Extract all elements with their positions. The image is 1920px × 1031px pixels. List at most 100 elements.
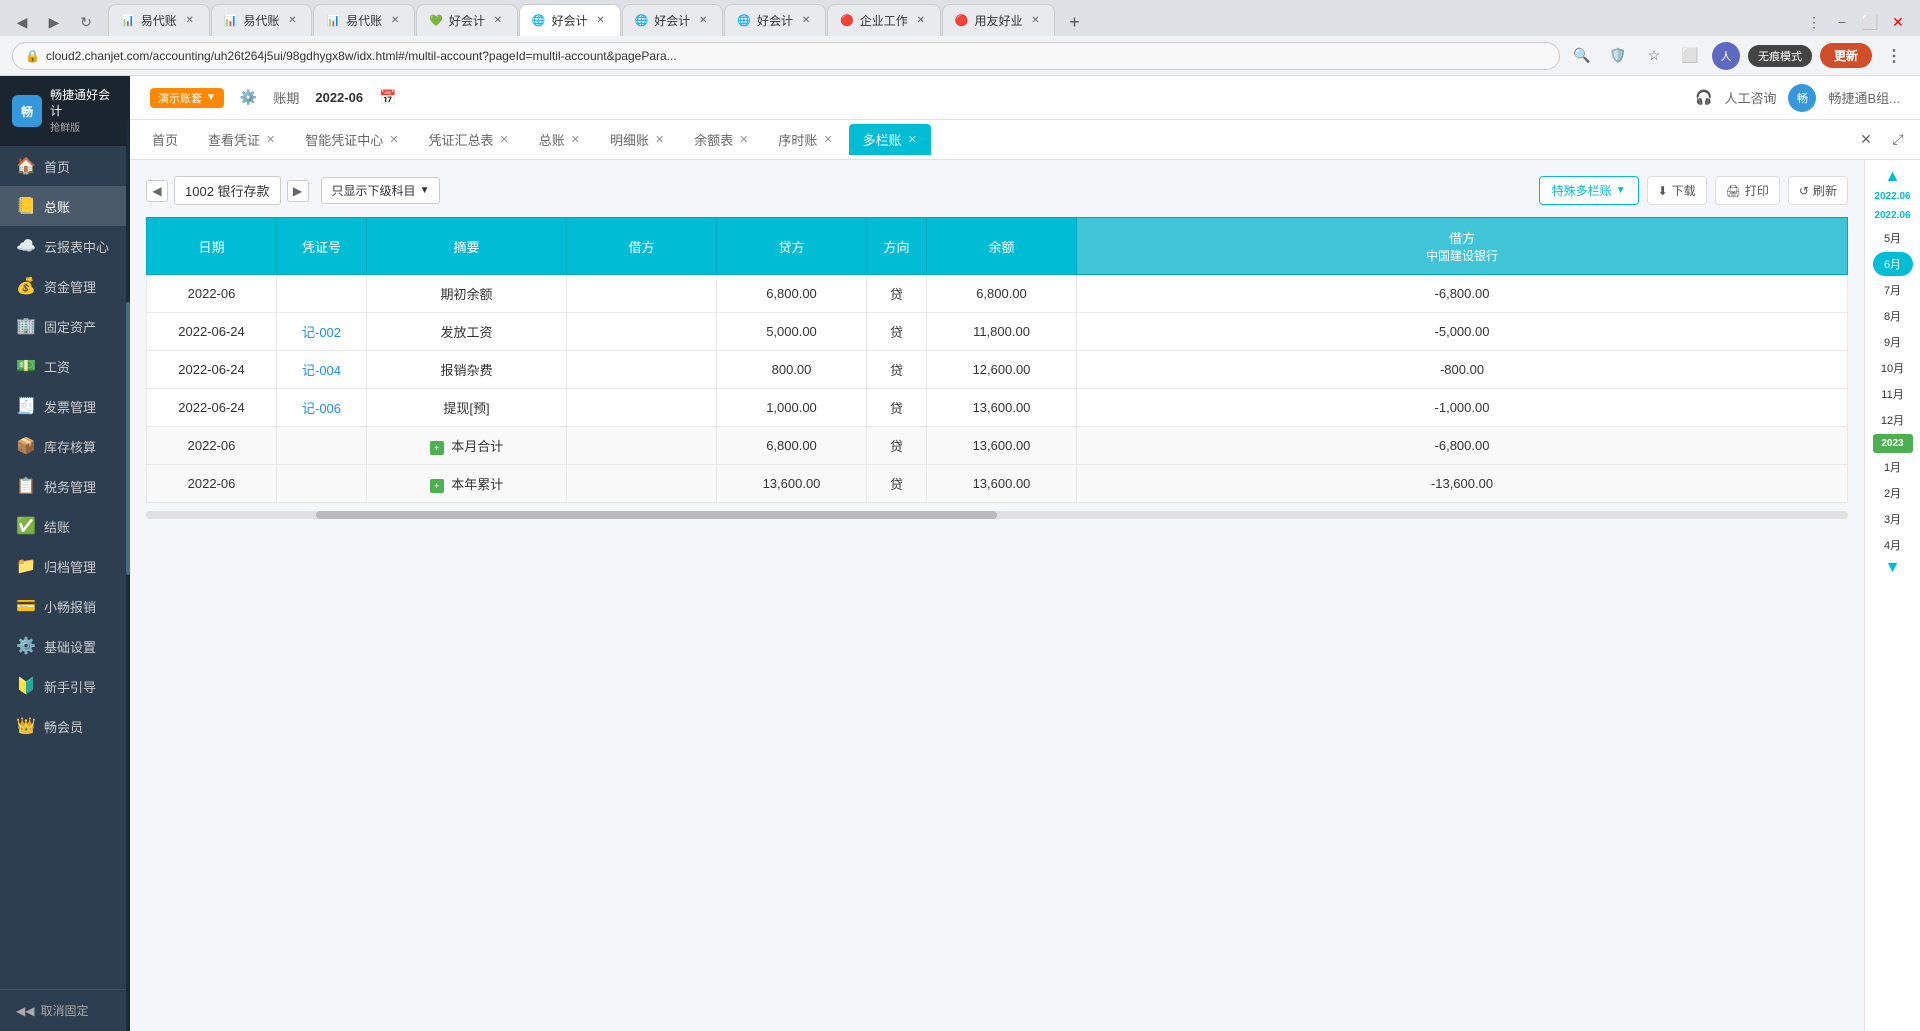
tab-panel-expand-btn[interactable]: ⤢ xyxy=(1884,126,1912,154)
calendar-icon[interactable]: 📅 xyxy=(379,89,396,106)
browser-tab-7[interactable]: 🌐 好会计 ✕ xyxy=(724,4,826,36)
page-tab-voucher[interactable]: 查看凭证 ✕ xyxy=(194,124,289,155)
sidebar-item-closing[interactable]: ✅ 结账 xyxy=(0,506,130,546)
sidebar-item-guide[interactable]: 🔰 新手引导 xyxy=(0,666,130,706)
tab-panel-close-btn[interactable]: ✕ xyxy=(1852,126,1880,154)
sidebar-item-assets[interactable]: 🏢 固定资产 xyxy=(0,306,130,346)
tab-close-2[interactable]: ✕ xyxy=(285,14,299,28)
close-browser-btn[interactable]: ✕ xyxy=(1884,8,1912,36)
nav-reload-btn[interactable]: ↻ xyxy=(72,8,100,36)
page-tab-general-ledger[interactable]: 总账 ✕ xyxy=(525,124,594,155)
page-tab-detail[interactable]: 明细账 ✕ xyxy=(596,124,678,155)
page-tab-multi-col[interactable]: 多栏账 ✕ xyxy=(849,124,931,155)
demo-badge[interactable]: 演示账套 ▼ xyxy=(150,88,224,108)
date-month-dec[interactable]: 12月 xyxy=(1873,408,1913,432)
consult-label[interactable]: 人工咨询 xyxy=(1724,88,1776,107)
page-tab-journal-close[interactable]: ✕ xyxy=(823,133,832,146)
sidebar-item-cloud[interactable]: ☁️ 云报表中心 xyxy=(0,226,130,266)
browser-tab-2[interactable]: 📊 易代账 ✕ xyxy=(211,4,313,36)
address-bar[interactable]: 🔒 cloud2.chanjet.com/accounting/uh26t264… xyxy=(12,42,1560,70)
user-avatar[interactable]: 畅 xyxy=(1788,84,1816,112)
refresh-btn[interactable]: ↺ 刷新 xyxy=(1788,176,1848,205)
cell-voucher-3[interactable]: 记-004 xyxy=(277,351,367,389)
tab-close-9[interactable]: ✕ xyxy=(1028,14,1042,28)
sidebar-item-salary[interactable]: 💵 工资 xyxy=(0,346,130,386)
tab-close-4[interactable]: ✕ xyxy=(491,14,505,28)
sidebar-item-invoice[interactable]: 🧾 发票管理 xyxy=(0,386,130,426)
tab-close-8[interactable]: ✕ xyxy=(914,14,928,28)
sidebar-item-inventory[interactable]: 📦 库存核算 xyxy=(0,426,130,466)
browser-tab-5[interactable]: 🌐 好会计 ✕ xyxy=(519,4,621,36)
sidebar-item-archive[interactable]: 📁 归档管理 xyxy=(0,546,130,586)
page-tab-voucher-close[interactable]: ✕ xyxy=(266,133,275,146)
cell-voucher-2[interactable]: 记-002 xyxy=(277,313,367,351)
tab-close-1[interactable]: ✕ xyxy=(183,14,197,28)
date-month-mar23[interactable]: 3月 xyxy=(1873,507,1913,531)
filter-dropdown[interactable]: 只显示下级科目 ▼ xyxy=(321,177,441,204)
print-btn[interactable]: 🖨 打印 xyxy=(1715,176,1780,205)
tab-list-btn[interactable]: ⋮ xyxy=(1800,8,1828,36)
page-tab-home[interactable]: 首页 xyxy=(138,124,192,155)
page-tab-smart-voucher[interactable]: 智能凭证中心 ✕ xyxy=(291,124,412,155)
tab-close-5[interactable]: ✕ xyxy=(594,14,608,28)
browser-tab-8[interactable]: 🔴 企业工作 ✕ xyxy=(827,4,941,36)
sidebar-item-settings[interactable]: ⚙️ 基础设置 xyxy=(0,626,130,666)
browser-tab-4[interactable]: 💚 好会计 ✕ xyxy=(416,4,518,36)
browser-tab-9[interactable]: 🔴 用友好业 ✕ xyxy=(942,4,1056,36)
star-icon[interactable]: ☆ xyxy=(1640,42,1668,70)
pin-btn[interactable]: ◀◀ 取消固定 xyxy=(16,1002,114,1019)
cell-voucher-4[interactable]: 记-006 xyxy=(277,389,367,427)
update-btn[interactable]: 更新 xyxy=(1820,43,1872,68)
minimize-btn[interactable]: − xyxy=(1828,8,1856,36)
multi-col-btn[interactable]: 特殊多栏账 ▼ xyxy=(1539,176,1639,205)
date-month-apr23[interactable]: 4月 xyxy=(1873,533,1913,557)
page-tab-summary[interactable]: 凭证汇总表 ✕ xyxy=(414,124,522,155)
new-tab-btn[interactable]: + xyxy=(1060,8,1088,36)
browser-tab-6[interactable]: 🌐 好会计 ✕ xyxy=(622,4,724,36)
date-month-jan23[interactable]: 1月 xyxy=(1873,455,1913,479)
page-tab-detail-close[interactable]: ✕ xyxy=(655,133,664,146)
page-tab-multi-col-close[interactable]: ✕ xyxy=(908,133,917,146)
tab-close-7[interactable]: ✕ xyxy=(799,14,813,28)
tab-close-3[interactable]: ✕ xyxy=(388,14,402,28)
page-tab-balance-close[interactable]: ✕ xyxy=(739,133,748,146)
sidebar-item-home[interactable]: 🏠 首页 xyxy=(0,146,130,186)
date-month-nov[interactable]: 11月 xyxy=(1873,382,1913,406)
date-month-jul[interactable]: 7月 xyxy=(1873,278,1913,302)
maximize-btn[interactable]: ⬜ xyxy=(1856,8,1884,36)
page-tab-general-ledger-close[interactable]: ✕ xyxy=(571,133,580,146)
user-profile-btn[interactable]: 人 xyxy=(1712,42,1740,70)
sidebar-item-expense[interactable]: 💳 小畅报销 xyxy=(0,586,130,626)
incognito-btn[interactable]: 无痕模式 xyxy=(1748,45,1812,67)
browser-tab-1[interactable]: 📊 易代账 ✕ xyxy=(108,4,210,36)
account-code-label[interactable]: 1002 银行存款 xyxy=(174,176,281,205)
scroll-down-btn[interactable]: ▼ xyxy=(1885,559,1901,577)
tab-close-6[interactable]: ✕ xyxy=(696,14,710,28)
next-account-btn[interactable]: ▶ xyxy=(287,180,309,202)
page-tab-smart-voucher-close[interactable]: ✕ xyxy=(389,133,398,146)
date-month-jun[interactable]: 6月 xyxy=(1873,252,1913,276)
settings-gear-icon[interactable]: ⚙️ xyxy=(240,89,257,106)
date-month-may[interactable]: 5月 xyxy=(1873,226,1913,250)
window-btn[interactable]: ⬜ xyxy=(1676,42,1704,70)
page-tab-journal[interactable]: 序时账 ✕ xyxy=(764,124,846,155)
nav-back-btn[interactable]: ◀ xyxy=(8,8,36,36)
sidebar-item-ledger[interactable]: 📒 总账 xyxy=(0,186,130,226)
browser-tab-3[interactable]: 📊 易代账 ✕ xyxy=(313,4,415,36)
sidebar-item-capital[interactable]: 💰 资金管理 xyxy=(0,266,130,306)
date-month-feb23[interactable]: 2月 xyxy=(1873,481,1913,505)
prev-account-btn[interactable]: ◀ xyxy=(146,180,168,202)
download-btn[interactable]: ⬇ 下载 xyxy=(1647,176,1707,205)
page-tab-summary-close[interactable]: ✕ xyxy=(500,133,509,146)
more-options-btn[interactable]: ⋮ xyxy=(1880,42,1908,70)
date-month-sep[interactable]: 9月 xyxy=(1873,330,1913,354)
scroll-up-btn[interactable]: ▲ xyxy=(1885,168,1901,186)
date-month-aug[interactable]: 8月 xyxy=(1873,304,1913,328)
nav-forward-btn[interactable]: ▶ xyxy=(40,8,68,36)
shield-icon[interactable]: 🛡️ xyxy=(1604,42,1632,70)
sidebar-item-tax[interactable]: 📋 税务管理 xyxy=(0,466,130,506)
date-month-oct[interactable]: 10月 xyxy=(1873,356,1913,380)
sidebar-item-member[interactable]: 👑 畅会员 xyxy=(0,706,130,746)
page-tab-balance[interactable]: 余额表 ✕ xyxy=(680,124,762,155)
search-icon[interactable]: 🔍 xyxy=(1568,42,1596,70)
